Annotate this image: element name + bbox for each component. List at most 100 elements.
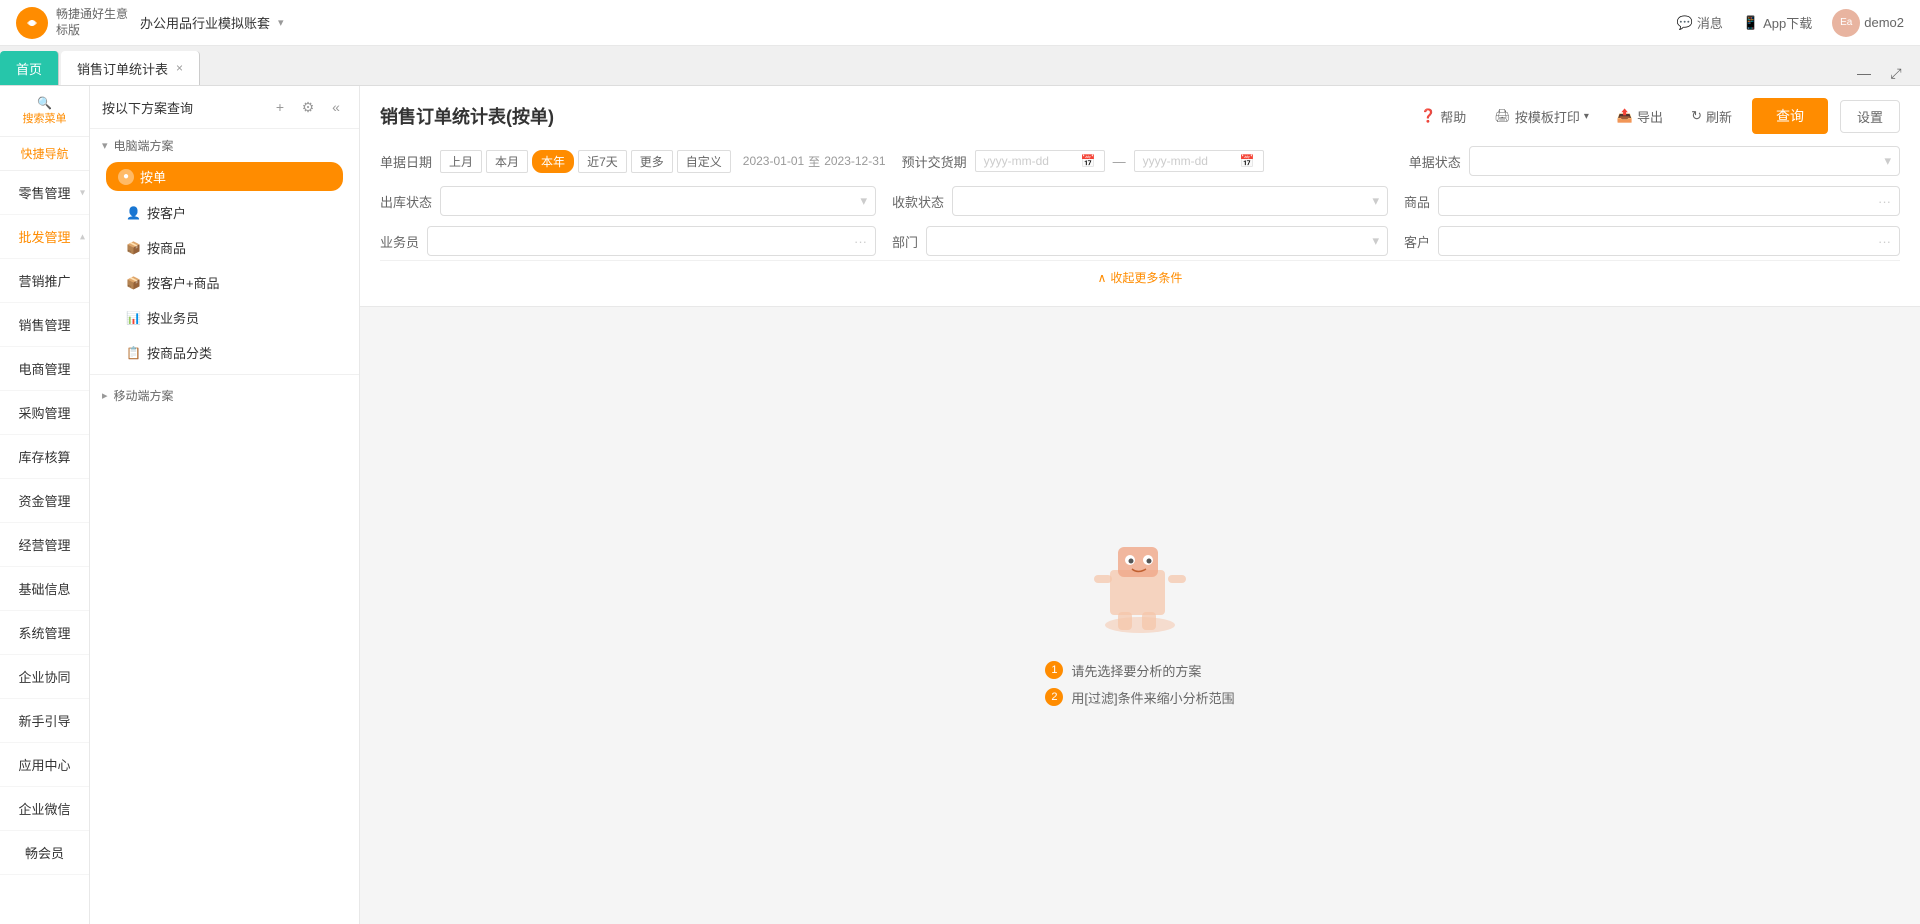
sidebar-item-wholesale[interactable]: 批发管理 ▴ — [0, 215, 89, 259]
scheme-item-by-salesperson[interactable]: 📊 按业务员 — [90, 300, 359, 335]
export-icon: 📤 — [1617, 108, 1633, 124]
sidebar-item-guide[interactable]: 新手引导 — [0, 699, 89, 743]
sales-tab-label: 销售订单统计表 — [77, 59, 168, 78]
message-icon: 💬 — [1677, 15, 1693, 31]
app-download-button[interactable]: 📱 App下载 — [1743, 13, 1812, 32]
forecast-date-end[interactable]: yyyy-mm-dd 📅 — [1134, 150, 1264, 172]
scheme-label-salesperson: 按业务员 — [147, 308, 199, 327]
sidebar-item-enterprise[interactable]: 企业协同 — [0, 655, 89, 699]
payment-status-label: 收款状态 — [892, 192, 944, 211]
export-button[interactable]: 📤 导出 — [1609, 103, 1671, 130]
app-title: 办公用品行业模拟账套 — [140, 13, 270, 32]
scheme-label-customer-goods: 按客户+商品 — [147, 273, 220, 292]
hint-num-1: 1 — [1045, 661, 1063, 679]
sidebar-item-retail[interactable]: 零售管理 ▾ — [0, 171, 89, 215]
refresh-button[interactable]: ↻ 刷新 — [1683, 103, 1740, 130]
last-month-button[interactable]: 上月 — [440, 150, 482, 173]
customer-select[interactable]: ··· — [1438, 226, 1900, 256]
app-dropdown-icon: ▾ — [278, 16, 284, 29]
goods-select[interactable]: ··· — [1438, 186, 1900, 216]
sidebar-item-basic[interactable]: 基础信息 — [0, 567, 89, 611]
left-panel-actions: + ⚙ « — [269, 96, 347, 118]
sidebar-item-ecommerce[interactable]: 电商管理 — [0, 347, 89, 391]
order-status-select[interactable]: ▾ — [1469, 146, 1900, 176]
filter-actions: ❓ 帮助 🖨 按模板打印 ▾ 📤 导出 ↻ — [1412, 98, 1900, 134]
purchase-label: 采购管理 — [18, 403, 70, 422]
settings-button[interactable]: 设置 — [1840, 100, 1900, 133]
help-button[interactable]: ❓ 帮助 — [1412, 103, 1474, 130]
add-scheme-button[interactable]: + — [269, 96, 291, 118]
query-button[interactable]: 查询 — [1752, 98, 1828, 134]
customer-group: 客户 ··· — [1404, 226, 1900, 256]
logo-icon — [16, 7, 48, 39]
collapse-filter-button[interactable]: ∧ 收起更多条件 — [380, 260, 1900, 294]
calendar-end-icon: 📅 — [1240, 154, 1255, 168]
hint-num-2: 2 — [1045, 688, 1063, 706]
tab-close-icon[interactable]: × — [176, 61, 183, 75]
date-range-start: 2023-01-01 — [743, 154, 804, 168]
sidebar-item-management[interactable]: 经营管理 — [0, 523, 89, 567]
download-icon: 📱 — [1743, 15, 1759, 31]
scheme-item-by-customer[interactable]: 👤 按客户 — [90, 195, 359, 230]
sidebar-item-purchase[interactable]: 采购管理 — [0, 391, 89, 435]
order-status-label: 单据状态 — [1409, 152, 1461, 171]
last7-button[interactable]: 近7天 — [578, 150, 627, 173]
tab-sales-statistics[interactable]: 销售订单统计表 × — [61, 51, 200, 85]
sidebar-item-finance[interactable]: 资金管理 — [0, 479, 89, 523]
sidebar-item-apps[interactable]: 应用中心 — [0, 743, 89, 787]
system-label: 系统管理 — [18, 623, 70, 642]
ecommerce-label: 电商管理 — [18, 359, 70, 378]
tab-bar: 首页 销售订单统计表 × — ⤢ — [0, 46, 1920, 86]
message-button[interactable]: 💬 消息 — [1677, 13, 1723, 32]
sidebar-item-system[interactable]: 系统管理 — [0, 611, 89, 655]
date-range-separator: 至 — [808, 153, 820, 170]
goods-label: 商品 — [1404, 192, 1430, 211]
forecast-date-start[interactable]: yyyy-mm-dd 📅 — [975, 150, 1105, 172]
tab-expand-button[interactable]: ⤢ — [1884, 61, 1908, 85]
sidebar-quick-nav[interactable]: 快捷导航 — [0, 137, 89, 171]
sidebar-search[interactable]: 🔍 搜索菜单 — [0, 86, 89, 137]
finance-label: 资金管理 — [18, 491, 70, 510]
this-year-button[interactable]: 本年 — [532, 150, 574, 173]
tab-minimize-button[interactable]: — — [1852, 61, 1876, 85]
scheme-icon-customer-goods: 📦 — [126, 276, 141, 290]
top-bar: 畅捷通好生意 标版 办公用品行业模拟账套 ▾ 💬 消息 📱 App下载 Ea d… — [0, 0, 1920, 46]
basic-label: 基础信息 — [18, 579, 70, 598]
scheme-label-customer: 按客户 — [147, 203, 186, 222]
status-dropdown-icon: ▾ — [1884, 153, 1891, 169]
page-title: 销售订单统计表(按单) — [380, 103, 554, 129]
sidebar-item-member[interactable]: 畅会员 — [0, 831, 89, 875]
salesperson-more-icon: ··· — [854, 234, 867, 249]
scheme-item-by-customer-goods[interactable]: 📦 按客户+商品 — [90, 265, 359, 300]
retail-label: 零售管理 — [18, 183, 70, 202]
payment-status-select[interactable]: ▾ — [952, 186, 1388, 216]
member-label: 畅会员 — [25, 843, 64, 862]
sidebar-item-wechat[interactable]: 企业微信 — [0, 787, 89, 831]
salesperson-select[interactable]: ··· — [427, 226, 876, 256]
pc-section-arrow: ▾ — [102, 139, 108, 152]
scheme-item-by-category[interactable]: 📋 按商品分类 — [90, 335, 359, 370]
tab-bar-actions: — ⤢ — [1840, 61, 1920, 85]
goods-more-icon: ··· — [1878, 194, 1891, 209]
this-month-button[interactable]: 本月 — [486, 150, 528, 173]
template-print-button[interactable]: 🖨 按模板打印 ▾ — [1486, 103, 1597, 130]
sidebar-item-inventory[interactable]: 库存核算 — [0, 435, 89, 479]
salesperson-label: 业务员 — [380, 232, 419, 251]
scheme-item-by-goods[interactable]: 📦 按商品 — [90, 230, 359, 265]
app-title-area[interactable]: 办公用品行业模拟账套 ▾ — [140, 13, 284, 32]
sidebar-item-sales[interactable]: 销售管理 — [0, 303, 89, 347]
tab-home[interactable]: 首页 — [0, 51, 59, 85]
more-date-button[interactable]: 更多 — [631, 150, 673, 173]
forecast-date-separator: — — [1113, 154, 1126, 169]
user-menu[interactable]: Ea demo2 — [1832, 9, 1904, 37]
sidebar: 🔍 搜索菜单 快捷导航 零售管理 ▾ 批发管理 ▴ 营销推广 销售管理 电商管理… — [0, 86, 90, 924]
scheme-item-by-order[interactable]: ● 按单 — [106, 162, 343, 191]
settings-scheme-button[interactable]: ⚙ — [297, 96, 319, 118]
collapse-panel-button[interactable]: « — [325, 96, 347, 118]
sidebar-item-marketing[interactable]: 营销推广 — [0, 259, 89, 303]
apps-label: 应用中心 — [18, 755, 70, 774]
custom-date-button[interactable]: 自定义 — [677, 150, 731, 173]
delivery-status-select[interactable]: ▾ — [440, 186, 876, 216]
left-panel: 按以下方案查询 + ⚙ « ▾ 电脑端方案 — [90, 86, 360, 924]
department-select[interactable]: ▾ — [926, 226, 1388, 256]
